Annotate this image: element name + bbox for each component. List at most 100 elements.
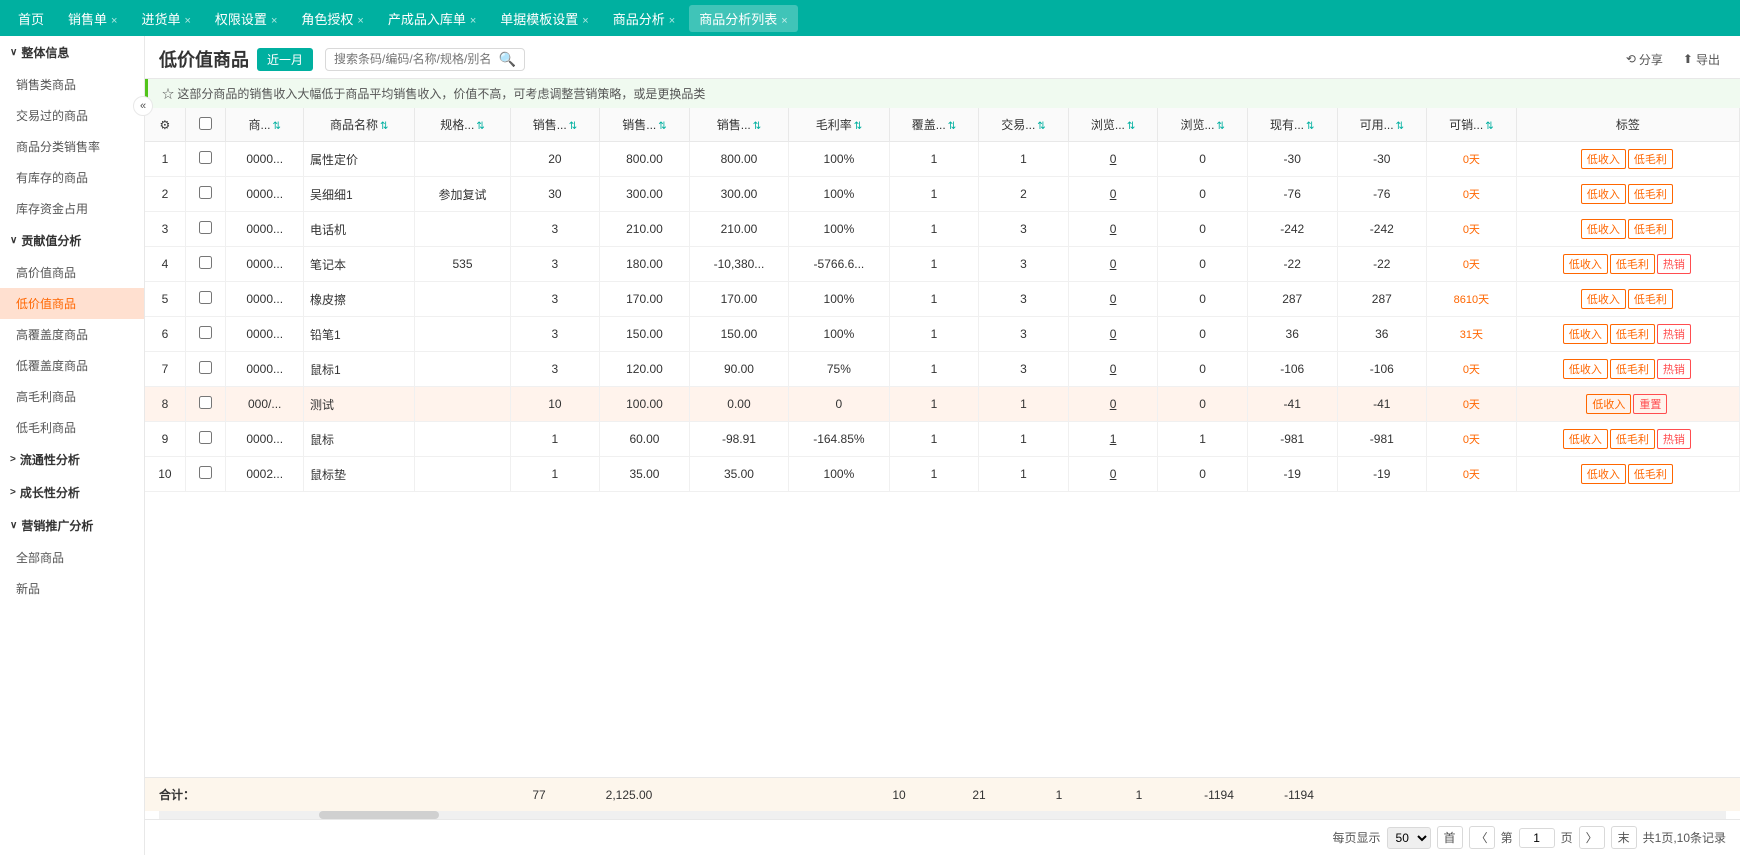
row-checkbox[interactable] xyxy=(199,291,212,304)
col-header-name[interactable]: 商品名称⇅ xyxy=(303,108,414,142)
sidebar-section-贡献值分析[interactable]: ∨贡献值分析 xyxy=(0,224,144,257)
select-all-checkbox[interactable] xyxy=(199,117,212,130)
sidebar-item-全部商品[interactable]: 全部商品 xyxy=(0,542,144,573)
row-checkbox[interactable] xyxy=(199,396,212,409)
sidebar-item-库存资金占用[interactable]: 库存资金占用 xyxy=(0,193,144,224)
first-page-button[interactable]: 首 xyxy=(1437,826,1463,849)
row-checkbox[interactable] xyxy=(199,151,212,164)
search-input[interactable] xyxy=(334,52,499,66)
row-checkbox[interactable] xyxy=(199,466,212,479)
nav-item-商品分析[interactable]: 商品分析× xyxy=(603,5,685,32)
row-index: 10 xyxy=(145,457,185,492)
footer-cell-11: -1194 xyxy=(1259,788,1339,802)
browse1-link[interactable]: 0 xyxy=(1110,152,1117,166)
browse1-link[interactable]: 0 xyxy=(1110,397,1117,411)
col-header-margin[interactable]: 毛利率⇅ xyxy=(789,108,889,142)
col-header-sales_profit[interactable]: 销售...⇅ xyxy=(689,108,788,142)
share-button[interactable]: ⟲ 分享 xyxy=(1620,48,1669,71)
nav-close-icon[interactable]: × xyxy=(357,15,363,27)
row-spec: 535 xyxy=(415,247,510,282)
scrollbar[interactable] xyxy=(159,811,1726,819)
sidebar-item-有库存的商品[interactable]: 有库存的商品 xyxy=(0,162,144,193)
sidebar-item-低毛利商品[interactable]: 低毛利商品 xyxy=(0,412,144,443)
sidebar-item-高覆盖度商品[interactable]: 高覆盖度商品 xyxy=(0,319,144,350)
row-name: 鼠标 xyxy=(303,422,414,457)
sidebar-item-低价值商品[interactable]: 低价值商品 xyxy=(0,288,144,319)
nav-close-icon[interactable]: × xyxy=(271,15,277,27)
col-header-current[interactable]: 现有...⇅ xyxy=(1247,108,1337,142)
nav-close-icon[interactable]: × xyxy=(781,15,787,27)
col-header-browse1[interactable]: 浏览...⇅ xyxy=(1068,108,1158,142)
footer-cell-2: 77 xyxy=(499,788,579,802)
col-header-available[interactable]: 可用...⇅ xyxy=(1337,108,1427,142)
row-current: 287 xyxy=(1247,282,1337,317)
page-input[interactable] xyxy=(1519,828,1555,848)
col-header-code[interactable]: 商...⇅ xyxy=(226,108,304,142)
nav-item-单据模板设置[interactable]: 单据模板设置× xyxy=(490,5,598,32)
col-header-sellable[interactable]: 可销...⇅ xyxy=(1427,108,1517,142)
scrollbar-thumb[interactable] xyxy=(319,811,439,819)
next-page-button[interactable]: 〉 xyxy=(1579,826,1605,849)
browse1-link[interactable]: 0 xyxy=(1110,362,1117,376)
col-header-browse2[interactable]: 浏览...⇅ xyxy=(1158,108,1248,142)
sidebar-item-交易过的商品[interactable]: 交易过的商品 xyxy=(0,100,144,131)
row-spec xyxy=(415,212,510,247)
row-spec: 参加复试 xyxy=(415,177,510,212)
nav-item-销售单[interactable]: 销售单× xyxy=(58,5,127,32)
nav-item-首页[interactable]: 首页 xyxy=(8,5,54,32)
browse1-link[interactable]: 0 xyxy=(1110,187,1117,201)
nav-item-权限设置[interactable]: 权限设置× xyxy=(205,5,287,32)
last-page-button[interactable]: 末 xyxy=(1611,826,1637,849)
col-header-spec[interactable]: 规格...⇅ xyxy=(415,108,510,142)
col-header-coverage[interactable]: 覆盖...⇅ xyxy=(889,108,979,142)
row-checkbox[interactable] xyxy=(199,326,212,339)
sidebar-item-新品[interactable]: 新品 xyxy=(0,573,144,604)
row-checkbox[interactable] xyxy=(199,186,212,199)
browse1-link[interactable]: 0 xyxy=(1110,292,1117,306)
row-sales-amt: 100.00 xyxy=(600,387,690,422)
sidebar-collapse-btn[interactable]: « xyxy=(133,96,153,116)
sidebar-item-低覆盖度商品[interactable]: 低覆盖度商品 xyxy=(0,350,144,381)
browse1-link[interactable]: 0 xyxy=(1110,222,1117,236)
nav-item-进货单[interactable]: 进货单× xyxy=(131,5,200,32)
col-header-trans[interactable]: 交易...⇅ xyxy=(979,108,1069,142)
col-header-sales_amt[interactable]: 销售...⇅ xyxy=(600,108,690,142)
row-browse2: 0 xyxy=(1158,142,1248,177)
row-checkbox[interactable] xyxy=(199,431,212,444)
sidebar-section-成长性分析[interactable]: >成长性分析 xyxy=(0,476,144,509)
nav-close-icon[interactable]: × xyxy=(111,15,117,27)
nav-item-角色授权[interactable]: 角色授权× xyxy=(291,5,373,32)
col-header-sales_qty[interactable]: 销售...⇅ xyxy=(510,108,600,142)
sidebar-item-高毛利商品[interactable]: 高毛利商品 xyxy=(0,381,144,412)
search-icon[interactable]: 🔍 xyxy=(499,51,516,68)
browse1-link[interactable]: 1 xyxy=(1110,432,1117,446)
nav-close-icon[interactable]: × xyxy=(582,15,588,27)
table-row: 50000...橡皮擦3170.00170.00100%130028728786… xyxy=(145,282,1740,317)
nav-item-产成品入库单[interactable]: 产成品入库单× xyxy=(378,5,486,32)
sidebar-item-销售类商品[interactable]: 销售类商品 xyxy=(0,69,144,100)
sidebar-item-高价值商品[interactable]: 高价值商品 xyxy=(0,257,144,288)
nav-close-icon[interactable]: × xyxy=(669,15,675,27)
row-checkbox[interactable] xyxy=(199,256,212,269)
row-checkbox-cell xyxy=(185,352,226,387)
sidebar-section-营销推广分析[interactable]: ∨营销推广分析 xyxy=(0,509,144,542)
tag-低毛利: 低毛利 xyxy=(1610,359,1655,379)
row-sales-profit: 0.00 xyxy=(689,387,788,422)
row-checkbox[interactable] xyxy=(199,221,212,234)
row-checkbox[interactable] xyxy=(199,361,212,374)
export-button[interactable]: ⬆ 导出 xyxy=(1677,48,1726,71)
date-filter-button[interactable]: 近一月 xyxy=(257,48,313,71)
sidebar-section-流通性分析[interactable]: >流通性分析 xyxy=(0,443,144,476)
browse1-link[interactable]: 0 xyxy=(1110,257,1117,271)
row-sales-qty: 10 xyxy=(510,387,600,422)
prev-page-button[interactable]: 〈 xyxy=(1469,826,1495,849)
sidebar-section-整体信息[interactable]: ∨整体信息 xyxy=(0,36,144,69)
sidebar-item-商品分类销售率[interactable]: 商品分类销售率 xyxy=(0,131,144,162)
nav-close-icon[interactable]: × xyxy=(470,15,476,27)
nav-item-商品分析列表[interactable]: 商品分析列表× xyxy=(689,5,797,32)
browse1-link[interactable]: 0 xyxy=(1110,467,1117,481)
browse1-link[interactable]: 0 xyxy=(1110,327,1117,341)
page-size-select[interactable]: 50 xyxy=(1387,827,1431,849)
gear-icon[interactable]: ⚙ xyxy=(160,118,171,132)
nav-close-icon[interactable]: × xyxy=(184,15,190,27)
